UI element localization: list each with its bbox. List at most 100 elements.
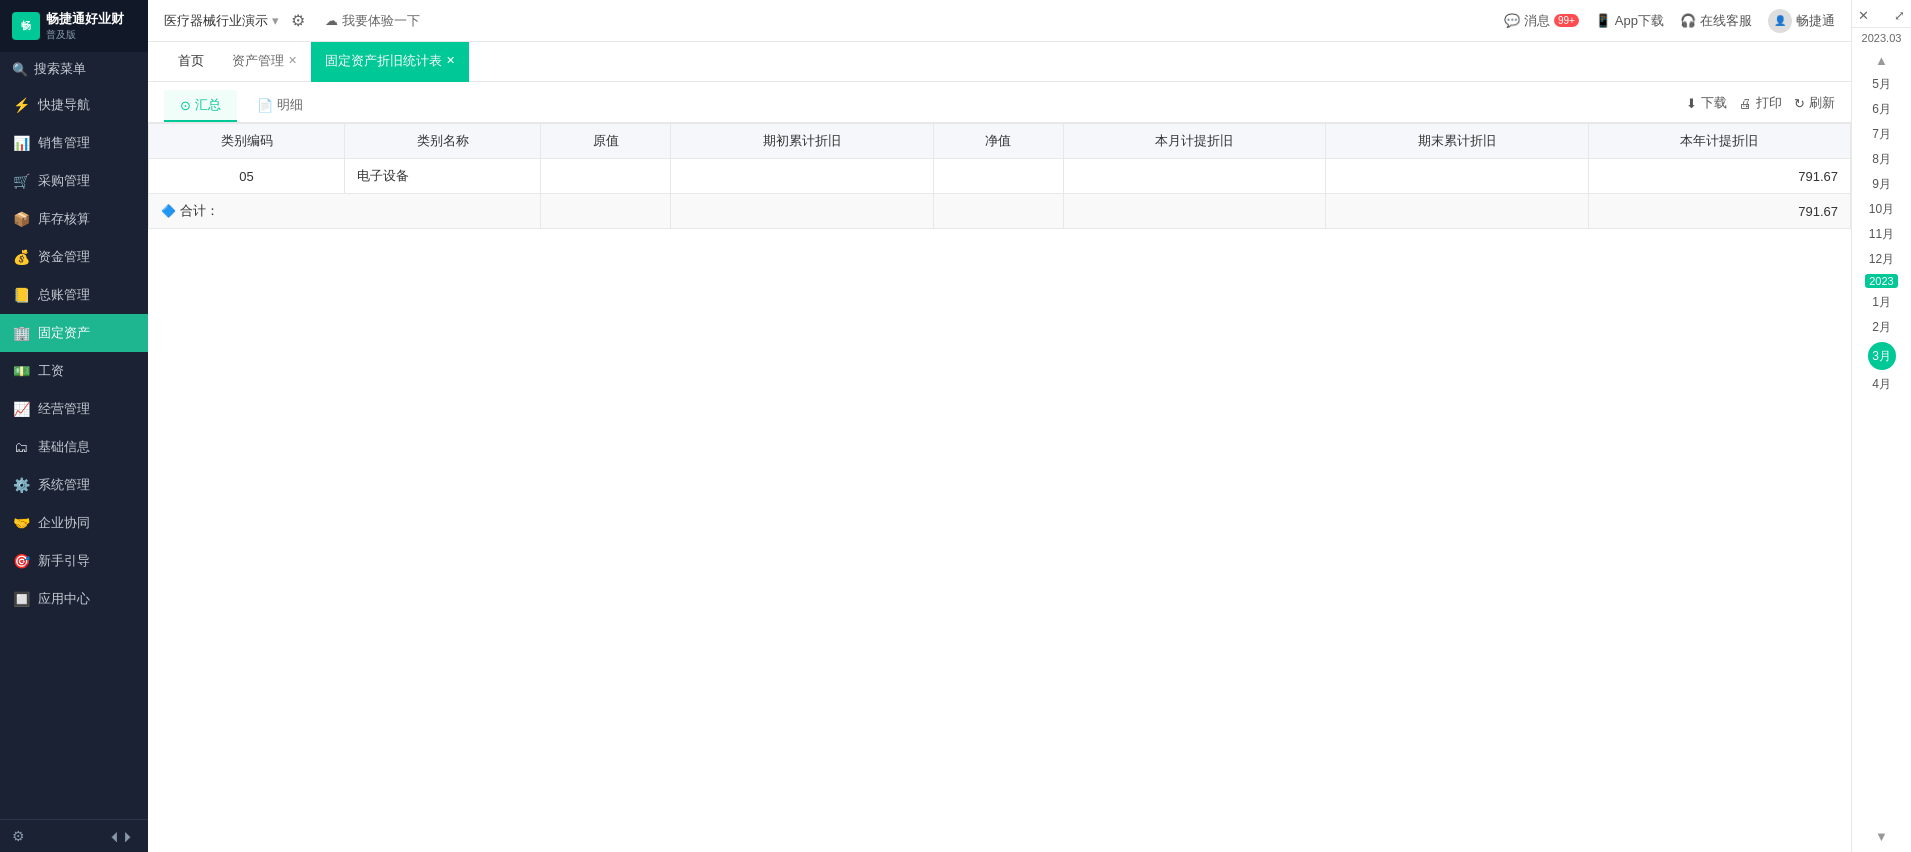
depreciation-table: 类别编码 类别名称 原值 期初累计折旧 净值 本月计提折旧 期末累计折旧 本年计… [148, 123, 1851, 229]
sidebar-item-sys-mgmt[interactable]: ⚙️ 系统管理 [0, 466, 148, 504]
guide-icon: 🎯 [12, 553, 30, 569]
sidebar-item-label: 基础信息 [38, 438, 90, 456]
sub-tab-summary[interactable]: ⊙ 汇总 [164, 90, 237, 122]
sidebar-item-basic-info[interactable]: 🗂 基础信息 [0, 428, 148, 466]
sidebar: 畅 畅捷通好业财 普及版 🔍 搜索菜单 ⚡ 快捷导航 📊 销售管理 🛒 采购管理… [0, 0, 148, 852]
sidebar-item-label: 库存核算 [38, 210, 90, 228]
sidebar-item-label: 资金管理 [38, 248, 90, 266]
col-net-value: 净值 [933, 124, 1063, 159]
sidebar-item-fund[interactable]: 💰 资金管理 [0, 238, 148, 276]
tab-asset-mgmt-label: 资产管理 [232, 52, 284, 70]
month-5[interactable]: 5月 [1852, 72, 1911, 97]
message-badge: 99+ [1554, 14, 1579, 27]
topbar: 医疗器械行业演示 ▾ ⚙ ☁ 我要体验一下 💬 消息 99+ 📱 App下载 🎧… [148, 0, 1851, 42]
sidebar-item-guide[interactable]: 🎯 新手引导 [0, 542, 148, 580]
sidebar-item-label: 总账管理 [38, 286, 90, 304]
summary-icon: 🔷 [161, 204, 176, 218]
tab-asset-mgmt-close[interactable]: ✕ [288, 54, 297, 67]
download-button[interactable]: ⬇ 下载 [1686, 94, 1727, 112]
month-9[interactable]: 9月 [1852, 172, 1911, 197]
sidebar-item-management[interactable]: 📈 经营管理 [0, 390, 148, 428]
summary-net-value [933, 194, 1063, 229]
table-header-row: 类别编码 类别名称 原值 期初累计折旧 净值 本月计提折旧 期末累计折旧 本年计… [149, 124, 1851, 159]
summary-annual: 791.67 [1588, 194, 1850, 229]
sidebar-item-label: 固定资产 [38, 324, 90, 342]
summary-tab-icon: ⊙ [180, 98, 191, 113]
app-download-button[interactable]: 📱 App下载 [1595, 12, 1664, 30]
app-main-title: 畅捷通好业财 [46, 10, 124, 28]
tab-home-label: 首页 [178, 52, 204, 70]
month-10[interactable]: 10月 [1852, 197, 1911, 222]
table-summary-row: 🔷 合计： 791.67 [149, 194, 1851, 229]
panel-expand-icon[interactable]: ⤢ [1894, 8, 1905, 23]
month-8[interactable]: 8月 [1852, 147, 1911, 172]
tab-depreciation-table[interactable]: 固定资产折旧统计表 ✕ [311, 42, 469, 82]
month-3-current[interactable]: 3月 [1868, 342, 1896, 370]
sidebar-item-inventory[interactable]: 📦 库存核算 [0, 200, 148, 238]
sidebar-item-enterprise[interactable]: 🤝 企业协同 [0, 504, 148, 542]
refresh-icon: ↻ [1794, 96, 1805, 111]
month-12[interactable]: 12月 [1852, 247, 1911, 272]
right-panel-header: ✕ ⤢ [1852, 4, 1911, 28]
sidebar-header: 畅 畅捷通好业财 普及版 [0, 0, 148, 52]
settings-icon[interactable]: ⚙ [291, 11, 305, 30]
month-1[interactable]: 1月 [1852, 290, 1911, 315]
sidebar-item-sales[interactable]: 📊 销售管理 [0, 124, 148, 162]
sidebar-item-label: 企业协同 [38, 514, 90, 532]
message-button[interactable]: 💬 消息 99+ [1504, 12, 1579, 30]
app-logo: 畅 [12, 12, 40, 40]
refresh-label: 刷新 [1809, 94, 1835, 112]
sidebar-item-fixed-assets[interactable]: 🏢 固定资产 [0, 314, 148, 352]
month-6[interactable]: 6月 [1852, 97, 1911, 122]
print-button[interactable]: 🖨 打印 [1739, 94, 1782, 112]
sidebar-item-label: 销售管理 [38, 134, 90, 152]
sidebar-collapse-icon[interactable]: ⏴⏵ [108, 828, 136, 844]
sales-icon: 📊 [12, 135, 30, 151]
detail-tab-icon: 📄 [257, 98, 273, 113]
month-7[interactable]: 7月 [1852, 122, 1911, 147]
tab-depreciation-label: 固定资产折旧统计表 [325, 52, 442, 70]
sub-tabs: ⊙ 汇总 📄 明细 ⬇ 下载 🖨 打印 ↻ [148, 82, 1851, 123]
trial-label: 我要体验一下 [342, 12, 420, 30]
sidebar-gear-icon[interactable]: ⚙ [12, 828, 25, 844]
panel-down-btn[interactable]: ▼ [1870, 824, 1894, 848]
cell-annual-depreciation: 791.67 [1588, 159, 1850, 194]
col-original-value: 原值 [541, 124, 671, 159]
refresh-button[interactable]: ↻ 刷新 [1794, 94, 1835, 112]
sidebar-item-quick-nav[interactable]: ⚡ 快捷导航 [0, 86, 148, 124]
online-service-button[interactable]: 🎧 在线客服 [1680, 12, 1752, 30]
month-11[interactable]: 11月 [1852, 222, 1911, 247]
trial-button[interactable]: ☁ 我要体验一下 [325, 12, 420, 30]
sub-tab-detail[interactable]: 📄 明细 [241, 90, 319, 122]
user-menu[interactable]: 👤 畅捷通 [1768, 9, 1835, 33]
search-menu[interactable]: 🔍 搜索菜单 [0, 52, 148, 86]
cloud-icon: ☁ [325, 13, 338, 28]
sidebar-item-payroll[interactable]: 💵 工资 [0, 352, 148, 390]
summary-label: 🔷 合计： [149, 194, 541, 229]
online-service-label: 在线客服 [1700, 12, 1752, 30]
cell-original-value [541, 159, 671, 194]
summary-tab-label: 汇总 [195, 96, 221, 114]
tabs-bar: 首页 资产管理 ✕ 固定资产折旧统计表 ✕ [148, 42, 1851, 82]
tab-home[interactable]: 首页 [164, 42, 218, 82]
search-menu-label: 搜索菜单 [34, 60, 86, 78]
company-selector[interactable]: 医疗器械行业演示 ▾ [164, 12, 279, 30]
fund-icon: 💰 [12, 249, 30, 265]
panel-up-btn[interactable]: ▲ [1870, 48, 1894, 72]
tab-depreciation-close[interactable]: ✕ [446, 54, 455, 67]
sidebar-item-label: 快捷导航 [38, 96, 90, 114]
message-icon: 💬 [1504, 13, 1520, 28]
month-2[interactable]: 2月 [1852, 315, 1911, 340]
sidebar-item-purchase[interactable]: 🛒 采购管理 [0, 162, 148, 200]
download-icon: 📱 [1595, 13, 1611, 28]
col-annual-depreciation: 本年计提折旧 [1588, 124, 1850, 159]
main-content: 医疗器械行业演示 ▾ ⚙ ☁ 我要体验一下 💬 消息 99+ 📱 App下载 🎧… [148, 0, 1851, 852]
sidebar-item-ledger[interactable]: 📒 总账管理 [0, 276, 148, 314]
month-4[interactable]: 4月 [1852, 372, 1911, 397]
summary-period-end [1326, 194, 1588, 229]
tab-asset-mgmt[interactable]: 资产管理 ✕ [218, 42, 311, 82]
panel-close-icon[interactable]: ✕ [1858, 8, 1869, 23]
sidebar-item-app-center[interactable]: 🔲 应用中心 [0, 580, 148, 618]
cell-category-name: 电子设备 [345, 159, 541, 194]
cell-category-code: 05 [149, 159, 345, 194]
